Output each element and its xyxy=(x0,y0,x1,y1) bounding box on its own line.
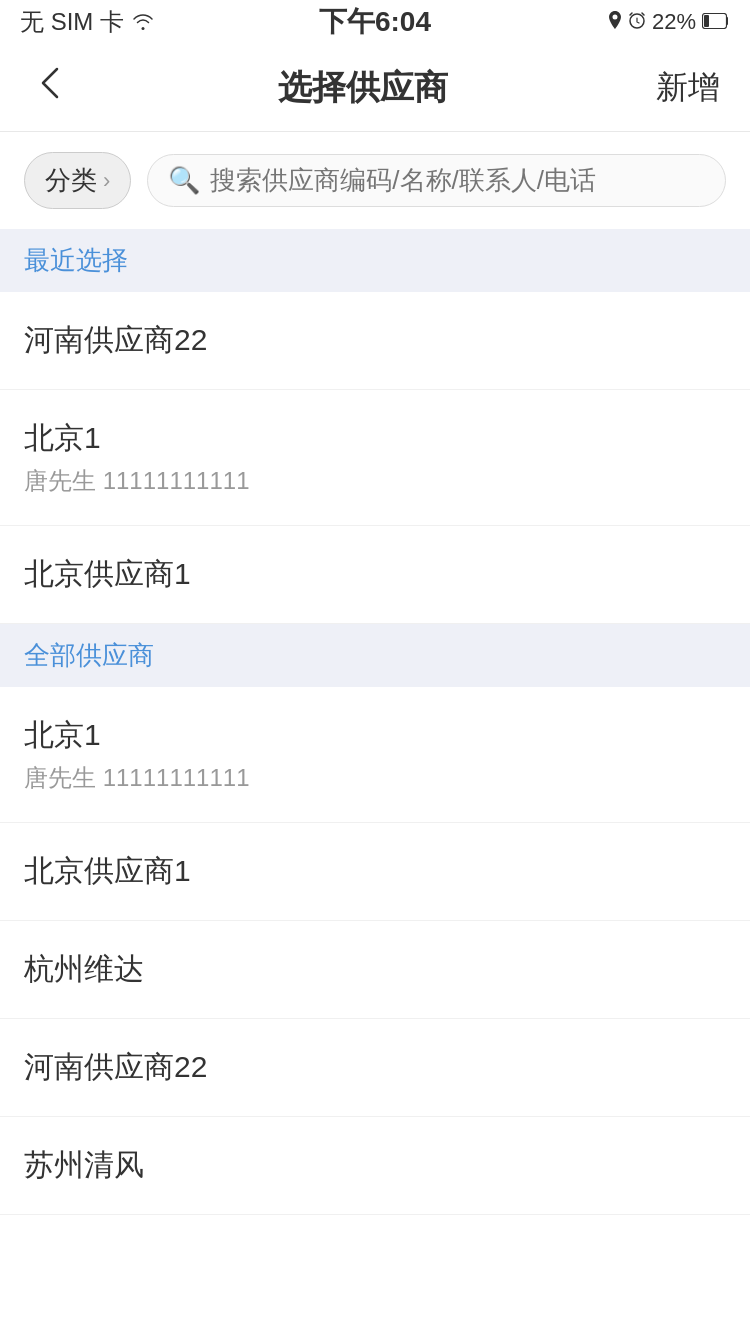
item-name: 北京供应商1 xyxy=(24,554,726,595)
recent-items-list: 河南供应商22 北京1 唐先生 11111111111 北京供应商1 xyxy=(0,292,750,624)
item-sub: 唐先生 11111111111 xyxy=(24,762,726,794)
wifi-icon xyxy=(132,8,154,36)
recent-section-header: 最近选择 xyxy=(0,229,750,292)
item-name: 北京供应商1 xyxy=(24,851,726,892)
search-box[interactable]: 🔍 xyxy=(147,154,726,207)
item-name: 北京1 xyxy=(24,715,726,756)
svg-rect-2 xyxy=(704,15,709,27)
item-name: 河南供应商22 xyxy=(24,1047,726,1088)
item-sub: 唐先生 11111111111 xyxy=(24,465,726,497)
chevron-right-icon: › xyxy=(103,168,110,194)
all-section-label: 全部供应商 xyxy=(24,640,154,670)
back-button[interactable] xyxy=(30,56,70,119)
carrier-text: 无 SIM 卡 xyxy=(20,6,124,38)
item-name: 北京1 xyxy=(24,418,726,459)
alarm-icon xyxy=(628,9,646,35)
status-bar: 无 SIM 卡 下午6:04 22% xyxy=(0,0,750,44)
list-item[interactable]: 苏州清风 xyxy=(0,1117,750,1215)
category-label: 分类 xyxy=(45,163,97,198)
search-input[interactable] xyxy=(210,165,705,196)
new-action-button[interactable]: 新增 xyxy=(656,66,720,110)
item-name: 苏州清风 xyxy=(24,1145,726,1186)
battery-text: 22% xyxy=(652,9,696,35)
search-icon: 🔍 xyxy=(168,165,200,196)
battery-icon xyxy=(702,9,730,35)
category-button[interactable]: 分类 › xyxy=(24,152,131,209)
nav-bar: 选择供应商 新增 xyxy=(0,44,750,132)
list-item[interactable]: 北京1 唐先生 11111111111 xyxy=(0,687,750,823)
list-item[interactable]: 河南供应商22 xyxy=(0,1019,750,1117)
all-items-list: 北京1 唐先生 11111111111 北京供应商1 杭州维达河南供应商22 苏州清风 xyxy=(0,687,750,1215)
list-item[interactable]: 河南供应商22 xyxy=(0,292,750,390)
item-name: 河南供应商22 xyxy=(24,320,726,361)
status-left: 无 SIM 卡 xyxy=(20,6,154,38)
location-icon xyxy=(608,9,622,35)
status-time: 下午6:04 xyxy=(319,3,431,41)
list-item[interactable]: 杭州维达 xyxy=(0,921,750,1019)
filter-row: 分类 › 🔍 xyxy=(0,132,750,229)
list-item[interactable]: 北京供应商1 xyxy=(0,823,750,921)
page-title: 选择供应商 xyxy=(278,65,448,111)
recent-section-label: 最近选择 xyxy=(24,245,128,275)
item-name: 杭州维达 xyxy=(24,949,726,990)
status-right: 22% xyxy=(608,9,730,35)
list-item[interactable]: 北京1 唐先生 11111111111 xyxy=(0,390,750,526)
list-item[interactable]: 北京供应商1 xyxy=(0,526,750,624)
all-section-header: 全部供应商 xyxy=(0,624,750,687)
